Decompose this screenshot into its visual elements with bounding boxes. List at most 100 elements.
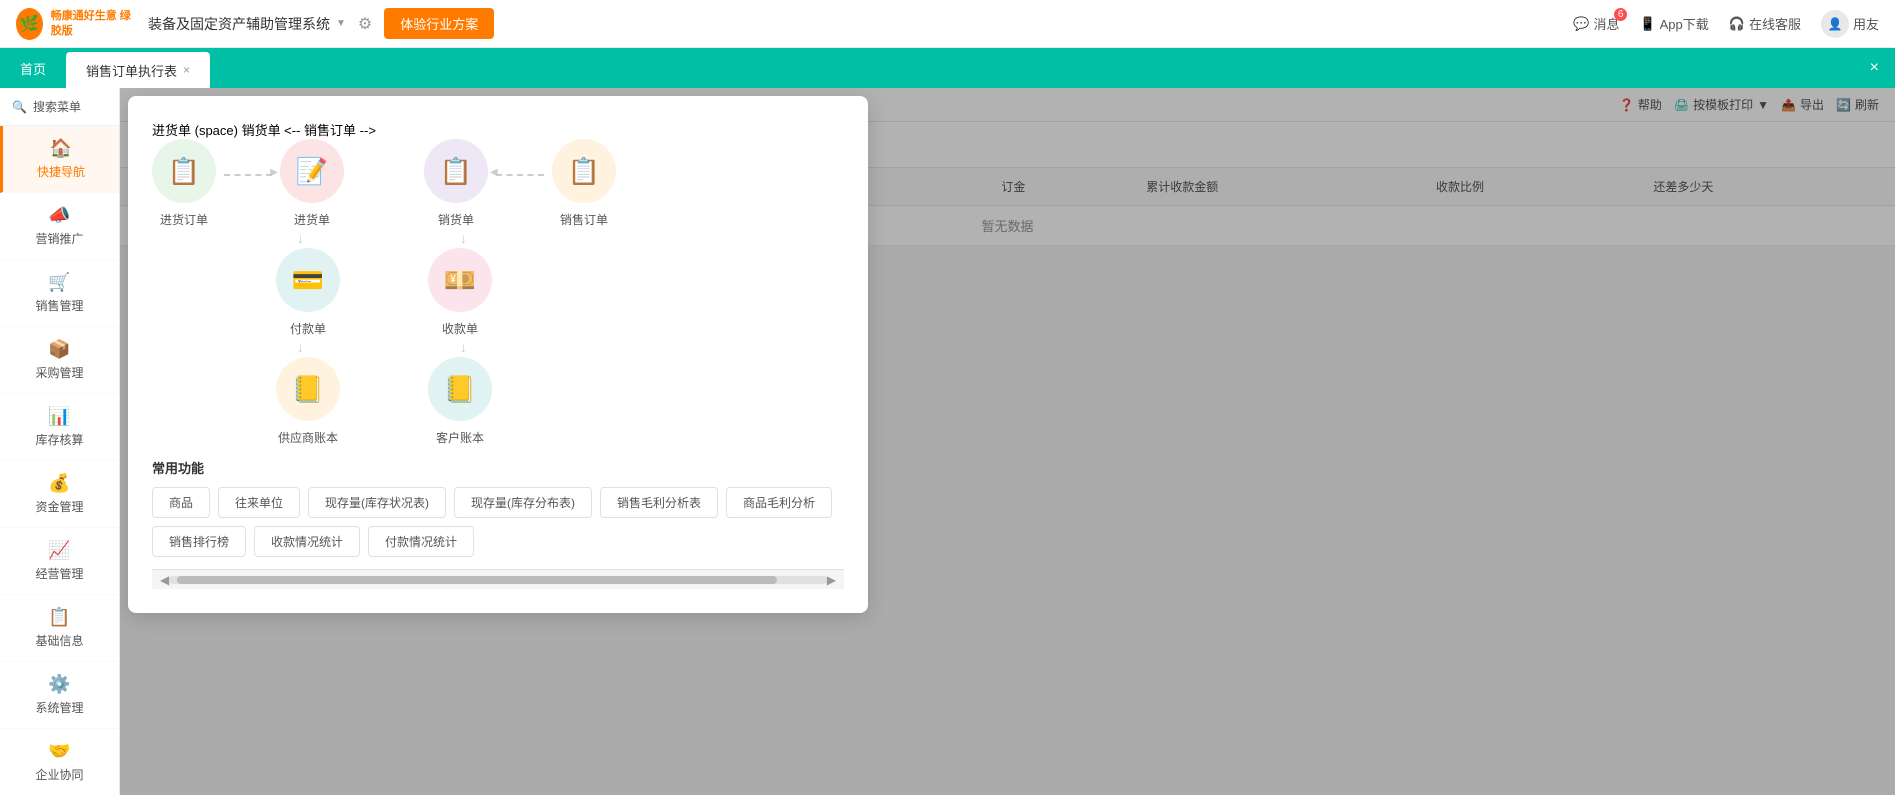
- flow-node-payment-slip[interactable]: 💳 付款单: [276, 248, 340, 337]
- func-btn-sales-rank[interactable]: 销售排行榜: [152, 526, 246, 557]
- user-avatar: 👤: [1821, 10, 1849, 38]
- tab-close-icon[interactable]: ×: [183, 63, 190, 77]
- quick-nav-overlay[interactable]: 进货单 (space) 销货单 <-- 销售订单 --> 📋 进货订单: [120, 88, 1895, 795]
- func-btns-row2: 销售排行榜 收款情况统计 付款情况统计: [152, 526, 844, 557]
- search-menu-label: 搜索菜单: [33, 98, 81, 115]
- quick-nav-icon: 🏠: [50, 138, 72, 159]
- func-btn-receipt-stats[interactable]: 收款情况统计: [254, 526, 360, 557]
- sidebar-item-inventory[interactable]: 📊 库存核算: [0, 394, 119, 461]
- sidebar: 🔍 搜索菜单 🏠 快捷导航 📣 营销推广 🛒 销售管理 📦 采购管理 📊 库存核…: [0, 88, 120, 795]
- scroll-track[interactable]: [169, 576, 827, 584]
- sidebar-item-operations[interactable]: 📈 经营管理: [0, 528, 119, 595]
- func-btn-product-profit[interactable]: 商品毛利分析: [726, 487, 832, 518]
- sidebar-item-sales[interactable]: 🛒 销售管理: [0, 260, 119, 327]
- purchase-order-circle: 📋: [152, 139, 216, 203]
- supplier-ledger-label: 供应商账本: [278, 429, 338, 446]
- app-download-label: App下载: [1660, 14, 1709, 33]
- marketing-icon: 📣: [48, 205, 70, 226]
- func-btn-payment-stats[interactable]: 付款情况统计: [368, 526, 474, 557]
- user-area[interactable]: 👤 用友: [1821, 10, 1879, 38]
- sidebar-item-label-inventory: 库存核算: [35, 431, 83, 448]
- func-btn-stock-status[interactable]: 现存量(库存状况表): [308, 487, 446, 518]
- receipt-slip-label: 收款单: [442, 320, 478, 337]
- sidebar-item-basic-info[interactable]: 📋 基础信息: [0, 595, 119, 662]
- main-layout: 🔍 搜索菜单 🏠 快捷导航 📣 营销推广 🛒 销售管理 📦 采购管理 📊 库存核…: [0, 88, 1895, 795]
- basic-info-icon: 📋: [48, 607, 70, 628]
- purchase-order-label: 进货订单: [160, 211, 208, 228]
- flow-node-purchase-order[interactable]: 📋 进货订单: [152, 139, 216, 228]
- sidebar-item-finance[interactable]: 💰 资金管理: [0, 461, 119, 528]
- online-service-label: 在线客服: [1749, 14, 1801, 33]
- func-btn-sales-profit[interactable]: 销售毛利分析表: [600, 487, 718, 518]
- func-btn-partner[interactable]: 往来单位: [218, 487, 300, 518]
- enterprise-icon: 🤝: [48, 741, 70, 762]
- user-name: 用友: [1853, 14, 1879, 33]
- scroll-thumb: [177, 576, 777, 584]
- sidebar-item-quick-nav[interactable]: 🏠 快捷导航: [0, 126, 119, 193]
- tab-bar-close-icon[interactable]: ×: [1870, 59, 1879, 77]
- func-btns-row1: 商品 往来单位 现存量(库存状况表) 现存量(库存分布表) 销售毛利分析表 商品…: [152, 487, 844, 518]
- online-service-button[interactable]: 🎧 在线客服: [1729, 14, 1801, 33]
- operations-icon: 📈: [48, 540, 70, 561]
- common-functions: 常用功能 商品 往来单位 现存量(库存状况表) 现存量(库存分布表) 销售毛利分…: [152, 458, 844, 557]
- sidebar-item-label-enterprise: 企业协同: [35, 766, 83, 783]
- flow-node-receipt-slip[interactable]: 💴 收款单: [428, 248, 492, 337]
- purchase-slip-circle: 📝: [280, 139, 344, 203]
- flow-node-sales-slip[interactable]: 📋 销货单: [424, 139, 488, 228]
- flow-node-purchase-slip[interactable]: 📝 进货单: [280, 139, 344, 228]
- search-icon: 🔍: [12, 100, 27, 114]
- header-right: 💬 消息 6 📱 App下载 🎧 在线客服 👤 用友: [1573, 10, 1879, 38]
- trial-button[interactable]: 体验行业方案: [384, 8, 494, 39]
- func-btn-product[interactable]: 商品: [152, 487, 210, 518]
- sales-slip-circle: 📋: [424, 139, 488, 203]
- sidebar-item-label-marketing: 营销推广: [35, 230, 83, 247]
- flow-node-customer-ledger[interactable]: 📒 客户账本: [428, 357, 492, 446]
- message-icon: 💬: [1573, 16, 1589, 32]
- sidebar-item-label-operations: 经营管理: [35, 565, 83, 582]
- payment-circle: 💳: [276, 248, 340, 312]
- sidebar-item-marketing[interactable]: 📣 营销推广: [0, 193, 119, 260]
- scroll-left-arrow[interactable]: ◀: [160, 573, 169, 587]
- tab-sales-order[interactable]: 销售订单执行表 ×: [66, 52, 210, 88]
- sidebar-item-label-purchase: 采购管理: [35, 364, 83, 381]
- sidebar-item-label-basic-info: 基础信息: [35, 632, 83, 649]
- sidebar-item-label-quick-nav: 快捷导航: [37, 163, 85, 180]
- sidebar-item-label-finance: 资金管理: [35, 498, 83, 515]
- app-icon: 📱: [1639, 16, 1655, 32]
- finance-icon: 💰: [48, 473, 70, 494]
- tab-home[interactable]: 首页: [0, 48, 66, 88]
- sidebar-item-enterprise[interactable]: 🤝 企业协同: [0, 729, 119, 795]
- sidebar-item-label-system: 系统管理: [35, 699, 83, 716]
- customer-ledger-label: 客户账本: [436, 429, 484, 446]
- system-dropdown-icon[interactable]: ▼: [336, 18, 346, 29]
- inventory-icon: 📊: [48, 406, 70, 427]
- message-button[interactable]: 💬 消息 6: [1573, 14, 1619, 33]
- flow-node-supplier-ledger[interactable]: 📒 供应商账本: [276, 357, 340, 446]
- top-header: 🌿 畅康通好生意 绿胶版 装备及固定资产辅助管理系统 ▼ ⚙ 体验行业方案 💬 …: [0, 0, 1895, 48]
- customer-ledger-circle: 📒: [428, 357, 492, 421]
- logo-text: 畅康通好生意 绿胶版: [51, 9, 136, 38]
- payment-slip-label: 付款单: [290, 320, 326, 337]
- scroll-bar-area: ◀ ▶: [152, 569, 844, 589]
- sidebar-item-system[interactable]: ⚙️ 系统管理: [0, 662, 119, 729]
- service-icon: 🎧: [1729, 16, 1745, 32]
- gear-icon[interactable]: ⚙: [358, 14, 372, 34]
- logo-icon: 🌿: [16, 8, 43, 40]
- system-title-text: 装备及固定资产辅助管理系统: [148, 14, 330, 34]
- sales-order-label: 销售订单: [560, 211, 608, 228]
- func-btn-stock-dist[interactable]: 现存量(库存分布表): [454, 487, 592, 518]
- system-icon: ⚙️: [48, 674, 70, 695]
- purchase-slip-label: 进货单: [294, 211, 330, 228]
- sidebar-item-purchase[interactable]: 📦 采购管理: [0, 327, 119, 394]
- sidebar-item-label-sales: 销售管理: [35, 297, 83, 314]
- scroll-right-arrow[interactable]: ▶: [827, 573, 836, 587]
- search-menu[interactable]: 🔍 搜索菜单: [0, 88, 119, 126]
- content-area: ❓ 帮助 🖨 按模板打印 ▼ 📤 导出 🔄 刷新 yyyy-mm-dd 📅: [120, 88, 1895, 795]
- tab-bar: 首页 销售订单执行表 × ×: [0, 48, 1895, 88]
- sales-slip-label: 销货单: [438, 211, 474, 228]
- logo-area: 🌿 畅康通好生意 绿胶版: [16, 8, 136, 40]
- app-download-button[interactable]: 📱 App下载: [1639, 14, 1708, 33]
- sales-icon: 🛒: [48, 272, 70, 293]
- flow-node-sales-order[interactable]: 📋 销售订单: [552, 139, 616, 228]
- system-title: 装备及固定资产辅助管理系统 ▼: [148, 14, 346, 34]
